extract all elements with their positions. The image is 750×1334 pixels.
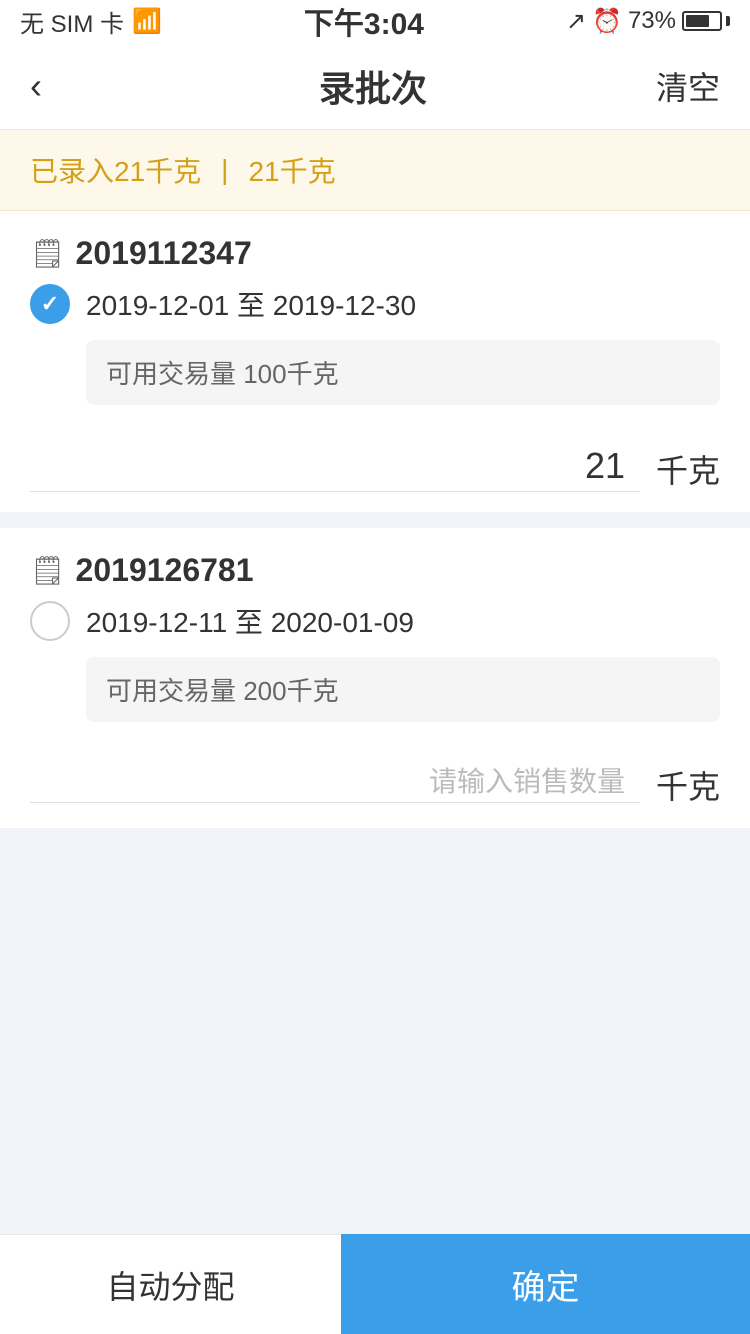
no-sim-text: 无 SIM 卡 bbox=[20, 4, 124, 39]
confirm-button[interactable]: 确定 bbox=[341, 1234, 750, 1334]
batch-2-quantity-row: 千克 bbox=[0, 742, 750, 828]
batch-1-available: 可用交易量 100千克 bbox=[86, 340, 720, 405]
batch-icon-2: 🗒 bbox=[30, 554, 66, 587]
check-icon-1: ✓ bbox=[41, 291, 59, 317]
batch-2-radio[interactable] bbox=[30, 601, 70, 641]
batch-1-date: 2019-12-01 至 2019-12-30 bbox=[86, 284, 416, 324]
status-time: 下午3:04 bbox=[304, 0, 424, 43]
batch-1-underline bbox=[30, 445, 640, 492]
batch-2-header: 🗒 2019126781 bbox=[30, 552, 720, 589]
batch-1-date-row[interactable]: ✓ 2019-12-01 至 2019-12-30 bbox=[30, 284, 720, 324]
summary-total: 21千克 bbox=[248, 150, 335, 190]
batch-icon-1: 🗒 bbox=[30, 237, 66, 270]
alarm-icon: ⏰ bbox=[592, 7, 622, 36]
bottom-bar: 自动分配 确定 bbox=[0, 1234, 750, 1334]
batch-1-unit: 千克 bbox=[656, 446, 720, 492]
batch-1-header: 🗒 2019112347 bbox=[30, 235, 720, 272]
batch-1-radio[interactable]: ✓ bbox=[30, 284, 70, 324]
status-right: ↗ ⏰ 73% bbox=[566, 7, 730, 36]
battery-indicator bbox=[682, 11, 730, 31]
batch-item-2: 🗒 2019126781 2019-12-11 至 2020-01-09 可用交… bbox=[0, 528, 750, 828]
batch-1-quantity-input[interactable] bbox=[520, 445, 640, 487]
status-bar: 无 SIM 卡 📶 下午3:04 ↗ ⏰ 73% bbox=[0, 0, 750, 42]
summary-bar: 已录入21千克 | 21千克 bbox=[0, 130, 750, 211]
location-icon: ↗ bbox=[566, 7, 586, 36]
empty-area bbox=[0, 828, 750, 1258]
batch-item-1: 🗒 2019112347 ✓ 2019-12-01 至 2019-12-30 可… bbox=[0, 211, 750, 512]
summary-recorded: 已录入21千克 bbox=[30, 150, 201, 190]
summary-divider: | bbox=[221, 154, 228, 186]
nav-bar: ‹ 录批次 清空 bbox=[0, 42, 750, 130]
batch-2-underline bbox=[30, 767, 640, 803]
batch-1-quantity-row: 千克 bbox=[0, 425, 750, 512]
status-left: 无 SIM 卡 📶 bbox=[20, 4, 162, 39]
batch-2-available: 可用交易量 200千克 bbox=[86, 657, 720, 722]
batch-2-unit: 千克 bbox=[656, 762, 720, 808]
back-button[interactable]: ‹ bbox=[30, 65, 90, 107]
wifi-icon: 📶 bbox=[132, 7, 162, 36]
section-divider bbox=[0, 512, 750, 528]
batch-2-date: 2019-12-11 至 2020-01-09 bbox=[86, 601, 414, 641]
page-title: 录批次 bbox=[319, 60, 427, 112]
batch-2-quantity-input[interactable] bbox=[380, 767, 640, 798]
battery-pct: 73% bbox=[628, 7, 676, 35]
batch-1-number: 2019112347 bbox=[76, 235, 252, 272]
batch-2-date-row[interactable]: 2019-12-11 至 2020-01-09 bbox=[30, 601, 720, 641]
auto-distribute-button[interactable]: 自动分配 bbox=[0, 1234, 341, 1334]
batch-2-number: 2019126781 bbox=[76, 552, 254, 589]
clear-button[interactable]: 清空 bbox=[656, 63, 720, 109]
